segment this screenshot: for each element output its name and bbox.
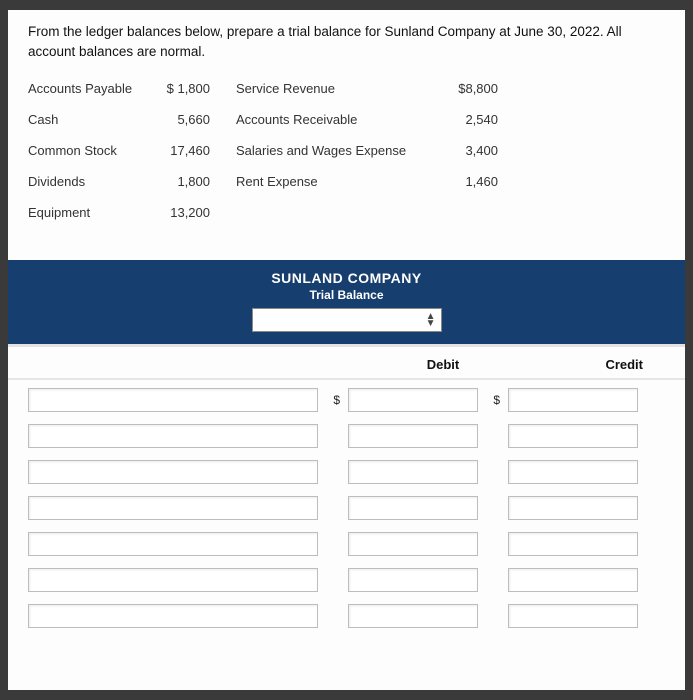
credit-input[interactable]: [508, 568, 638, 592]
ledger-account-amount: 1,460: [428, 174, 498, 189]
account-name-input[interactable]: [28, 532, 318, 556]
credit-input[interactable]: [508, 460, 638, 484]
ledger-account-label: Service Revenue: [228, 81, 428, 96]
divider: [8, 378, 685, 380]
credit-input[interactable]: [508, 496, 638, 520]
entry-row: [28, 568, 665, 592]
trial-balance-header: SUNLAND COMPANY Trial Balance ▲▼: [8, 260, 685, 344]
credit-input[interactable]: [508, 424, 638, 448]
account-name-input[interactable]: [28, 604, 318, 628]
select-arrows-icon: ▲▼: [426, 313, 435, 327]
ledger-account-amount: $8,800: [428, 81, 498, 96]
account-name-input[interactable]: [28, 460, 318, 484]
credit-input[interactable]: [508, 388, 638, 412]
question-text: From the ledger balances below, prepare …: [28, 22, 665, 61]
ledger-account-amount: 17,460: [158, 143, 228, 158]
dollar-sign: $: [484, 393, 502, 407]
account-name-input[interactable]: [28, 388, 318, 412]
ledger-account-amount: 1,800: [158, 174, 228, 189]
debit-input[interactable]: [348, 532, 478, 556]
debit-input[interactable]: [348, 604, 478, 628]
ledger-account-amount: [428, 205, 498, 220]
ledger-account-amount: 5,660: [158, 112, 228, 127]
report-title: Trial Balance: [8, 288, 685, 302]
header-credit: Credit: [518, 357, 665, 372]
debit-input[interactable]: [348, 568, 478, 592]
account-name-input[interactable]: [28, 568, 318, 592]
debit-input[interactable]: [348, 388, 478, 412]
debit-input[interactable]: [348, 460, 478, 484]
entry-row: [28, 496, 665, 520]
entry-row: [28, 532, 665, 556]
entry-row: [28, 424, 665, 448]
entry-rows: $$: [28, 388, 665, 628]
ledger-account-label: Cash: [28, 112, 158, 127]
debit-input[interactable]: [348, 424, 478, 448]
ledger-account-amount: 2,540: [428, 112, 498, 127]
ledger-account-label: Dividends: [28, 174, 158, 189]
account-name-input[interactable]: [28, 424, 318, 448]
ledger-account-label: Accounts Payable: [28, 81, 158, 96]
header-debit: Debit: [368, 357, 518, 372]
ledger-account-label: Salaries and Wages Expense: [228, 143, 428, 158]
ledger-account-label: Equipment: [28, 205, 158, 220]
ledger-account-label: Accounts Receivable: [228, 112, 428, 127]
column-headers: Debit Credit: [28, 347, 665, 378]
ledger-account-amount: 13,200: [158, 205, 228, 220]
credit-input[interactable]: [508, 604, 638, 628]
ledger-account-amount: $ 1,800: [158, 81, 228, 96]
dollar-sign: $: [324, 393, 342, 407]
worksheet-paper: From the ledger balances below, prepare …: [8, 10, 685, 690]
entry-row: [28, 460, 665, 484]
date-select[interactable]: ▲▼: [252, 308, 442, 332]
account-name-input[interactable]: [28, 496, 318, 520]
credit-input[interactable]: [508, 532, 638, 556]
ledger-account-label: Rent Expense: [228, 174, 428, 189]
ledger-balances-grid: Accounts Payable$ 1,800Service Revenue$8…: [28, 81, 665, 220]
ledger-account-amount: 3,400: [428, 143, 498, 158]
ledger-account-label: [228, 205, 428, 220]
company-name: SUNLAND COMPANY: [8, 270, 685, 286]
debit-input[interactable]: [348, 496, 478, 520]
ledger-account-label: Common Stock: [28, 143, 158, 158]
entry-row: $$: [28, 388, 665, 412]
entry-row: [28, 604, 665, 628]
